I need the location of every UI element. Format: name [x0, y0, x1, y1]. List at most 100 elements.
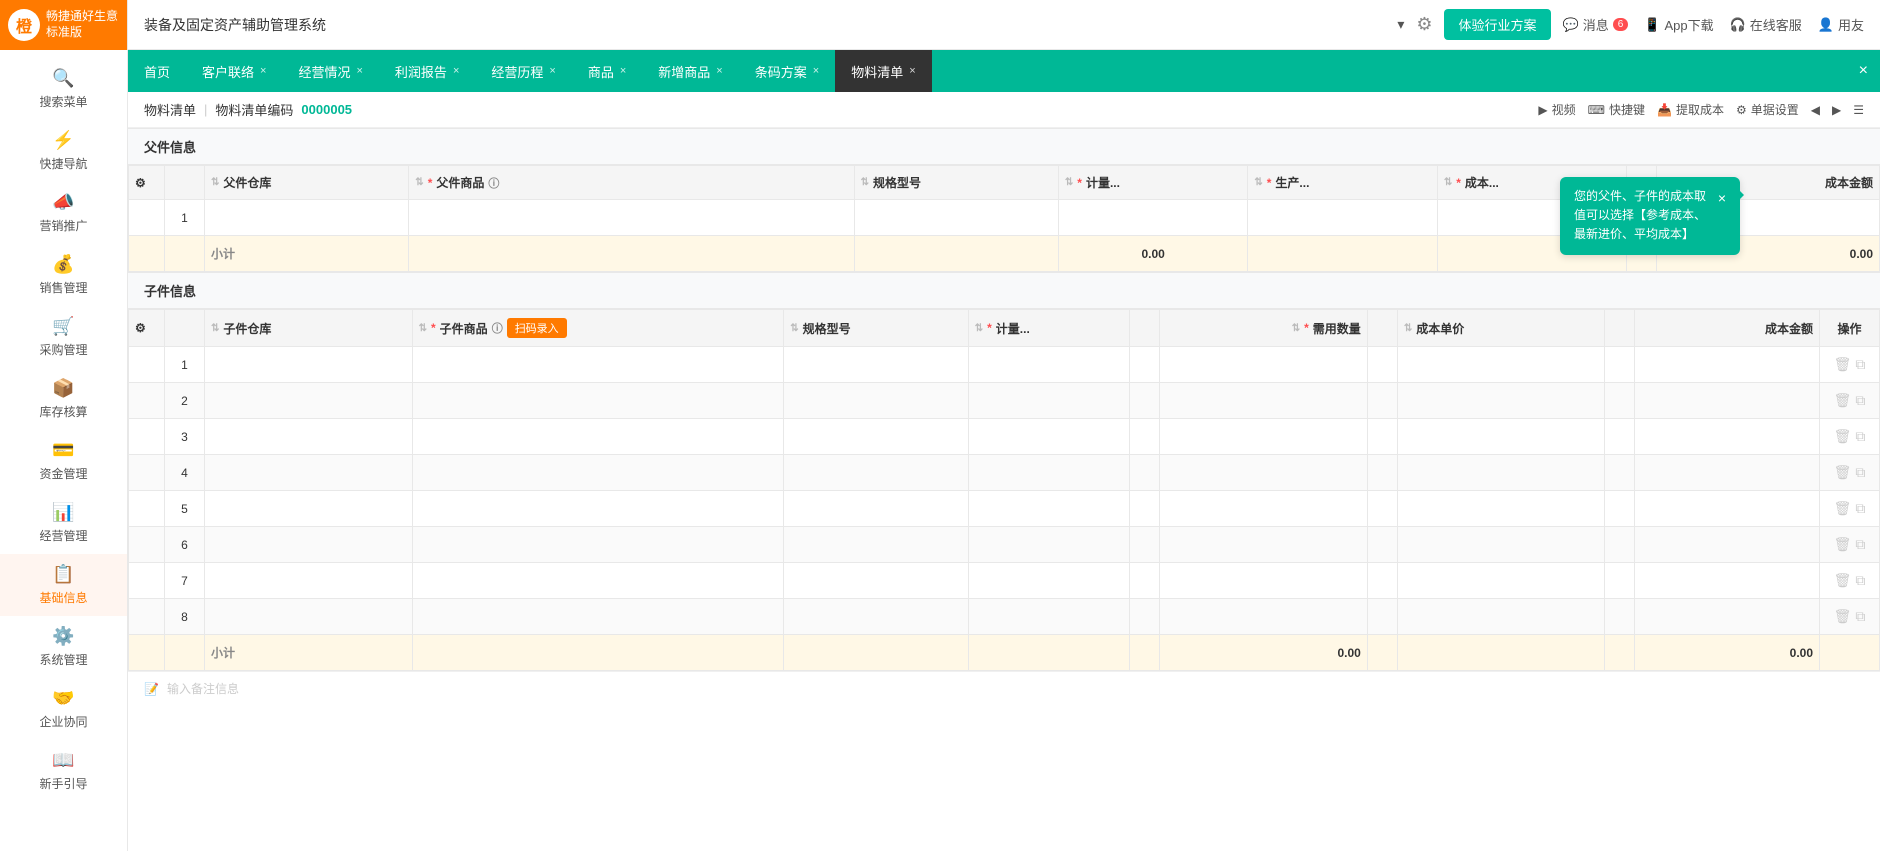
child-td-quantity-5[interactable] [968, 491, 1129, 527]
child-td-spec-8[interactable] [784, 599, 969, 635]
child-td-need-qty-4[interactable] [1160, 455, 1368, 491]
sort-icon[interactable]: ⇅ [415, 177, 423, 188]
child-td-need-qty-3[interactable] [1160, 419, 1368, 455]
sort-icon[interactable]: ⇅ [1292, 323, 1300, 334]
child-td-warehouse-4[interactable] [205, 455, 413, 491]
message-button[interactable]: 💬 消息 6 [1563, 15, 1629, 34]
tab-close-ops-history[interactable]: × [549, 65, 555, 77]
user-button[interactable]: 👤 用友 [1818, 15, 1864, 34]
delete-icon-5[interactable]: 🗑 [1834, 500, 1852, 517]
view-video-button[interactable]: ▶ 视频 [1538, 101, 1575, 118]
copy-icon-6[interactable]: ⧉ [1855, 536, 1865, 553]
child-td-goods-5[interactable] [412, 491, 784, 527]
next-button[interactable]: ▶ [1832, 103, 1841, 117]
copy-icon-5[interactable]: ⧉ [1855, 500, 1865, 517]
copy-icon-7[interactable]: ⧉ [1855, 572, 1865, 589]
sidebar-item-guide[interactable]: 📖新手引导 [0, 740, 127, 802]
scan-button[interactable]: 扫码录入 [507, 318, 567, 338]
delete-icon-6[interactable]: 🗑 [1834, 536, 1852, 553]
child-td-warehouse-2[interactable] [205, 383, 413, 419]
child-td-need-qty-8[interactable] [1160, 599, 1368, 635]
sort-icon[interactable]: ⇅ [1065, 177, 1073, 188]
child-td-goods-8[interactable] [412, 599, 784, 635]
sort-icon[interactable]: ⇅ [1254, 177, 1262, 188]
copy-icon-1[interactable]: ⧉ [1855, 356, 1865, 373]
nav-tab-bom[interactable]: 物料清单 × [835, 50, 931, 92]
child-td-quantity-1[interactable] [968, 347, 1129, 383]
parent-td-spec-1[interactable] [854, 200, 1058, 236]
tab-close-operations-status[interactable]: × [356, 65, 362, 77]
child-td-need-qty-7[interactable] [1160, 563, 1368, 599]
child-td-need-qty-6[interactable] [1160, 527, 1368, 563]
sidebar-item-system[interactable]: ⚙️系统管理 [0, 616, 127, 678]
sort-icon[interactable]: ⇅ [975, 323, 983, 334]
child-td-spec-2[interactable] [784, 383, 969, 419]
child-td-warehouse-5[interactable] [205, 491, 413, 527]
child-td-cost-price-5[interactable] [1397, 491, 1605, 527]
child-td-quantity-2[interactable] [968, 383, 1129, 419]
delete-icon-2[interactable]: 🗑 [1834, 392, 1852, 409]
child-td-goods-3[interactable] [412, 419, 784, 455]
child-td-cost-price-7[interactable] [1397, 563, 1605, 599]
delete-icon-8[interactable]: 🗑 [1834, 608, 1852, 625]
child-td-quantity-6[interactable] [968, 527, 1129, 563]
list-view-button[interactable]: ☰ [1853, 103, 1864, 117]
child-td-quantity-3[interactable] [968, 419, 1129, 455]
child-td-goods-6[interactable] [412, 527, 784, 563]
nav-tab-barcode[interactable]: 条码方案 × [739, 50, 835, 92]
child-td-warehouse-8[interactable] [205, 599, 413, 635]
sort-icon[interactable]: ⇅ [211, 323, 219, 334]
child-td-warehouse-3[interactable] [205, 419, 413, 455]
sidebar-item-purchase[interactable]: 🛒采购管理 [0, 306, 127, 368]
sort-icon[interactable]: ⇅ [211, 177, 219, 188]
delete-icon-3[interactable]: 🗑 [1834, 428, 1852, 445]
child-td-cost-price-3[interactable] [1397, 419, 1605, 455]
child-td-cost-price-6[interactable] [1397, 527, 1605, 563]
tab-close-bom[interactable]: × [909, 65, 915, 77]
parent-td-quantity-1[interactable] [1058, 200, 1247, 236]
sidebar-item-marketing[interactable]: 📣营销推广 [0, 182, 127, 244]
child-td-spec-3[interactable] [784, 419, 969, 455]
nav-tab-goods[interactable]: 商品 × [572, 50, 642, 92]
child-td-quantity-7[interactable] [968, 563, 1129, 599]
sort-icon[interactable]: ⇅ [1404, 323, 1412, 334]
child-td-spec-5[interactable] [784, 491, 969, 527]
delete-icon-4[interactable]: 🗑 [1834, 464, 1852, 481]
close-all-tabs-button[interactable]: × [1847, 62, 1880, 80]
nav-tab-ops-history[interactable]: 经营历程 × [475, 50, 571, 92]
tooltip-close-button[interactable]: × [1718, 187, 1726, 209]
sidebar-item-operations[interactable]: 📊经营管理 [0, 492, 127, 554]
child-td-warehouse-6[interactable] [205, 527, 413, 563]
child-td-goods-1[interactable] [412, 347, 784, 383]
child-td-warehouse-1[interactable] [205, 347, 413, 383]
sort-icon[interactable]: ⇅ [861, 177, 869, 188]
sidebar-item-inventory[interactable]: 📦库存核算 [0, 368, 127, 430]
nav-tab-operations-status[interactable]: 经营情况 × [282, 50, 378, 92]
sidebar-item-cooperation[interactable]: 🤝企业协同 [0, 678, 127, 740]
parent-td-goods-1[interactable] [409, 200, 854, 236]
single-settings-button[interactable]: ⚙ 单据设置 [1736, 101, 1799, 118]
child-td-cost-price-8[interactable] [1397, 599, 1605, 635]
parent-td-warehouse-1[interactable] [205, 200, 409, 236]
delete-icon-7[interactable]: 🗑 [1834, 572, 1852, 589]
nav-tab-customer[interactable]: 客户联络 × [186, 50, 282, 92]
gear-icon[interactable]: ⚙ [1416, 14, 1432, 35]
child-td-quantity-4[interactable] [968, 455, 1129, 491]
prev-button[interactable]: ◀ [1811, 103, 1820, 117]
child-td-quantity-8[interactable] [968, 599, 1129, 635]
nav-tab-profit-report[interactable]: 利润报告 × [379, 50, 475, 92]
delete-icon-1[interactable]: 🗑 [1834, 356, 1852, 373]
child-td-spec-7[interactable] [784, 563, 969, 599]
child-td-warehouse-7[interactable] [205, 563, 413, 599]
child-td-spec-6[interactable] [784, 527, 969, 563]
child-td-goods-4[interactable] [412, 455, 784, 491]
extract-cost-button[interactable]: 📥 提取成本 [1657, 101, 1724, 118]
child-td-goods-7[interactable] [412, 563, 784, 599]
child-td-cost-price-2[interactable] [1397, 383, 1605, 419]
tab-close-add-goods[interactable]: × [716, 65, 722, 77]
sidebar-item-sales[interactable]: 💰销售管理 [0, 244, 127, 306]
child-td-spec-1[interactable] [784, 347, 969, 383]
sidebar-item-search[interactable]: 🔍搜索菜单 [0, 58, 127, 120]
trial-button[interactable]: 体验行业方案 [1444, 9, 1550, 40]
child-td-need-qty-2[interactable] [1160, 383, 1368, 419]
